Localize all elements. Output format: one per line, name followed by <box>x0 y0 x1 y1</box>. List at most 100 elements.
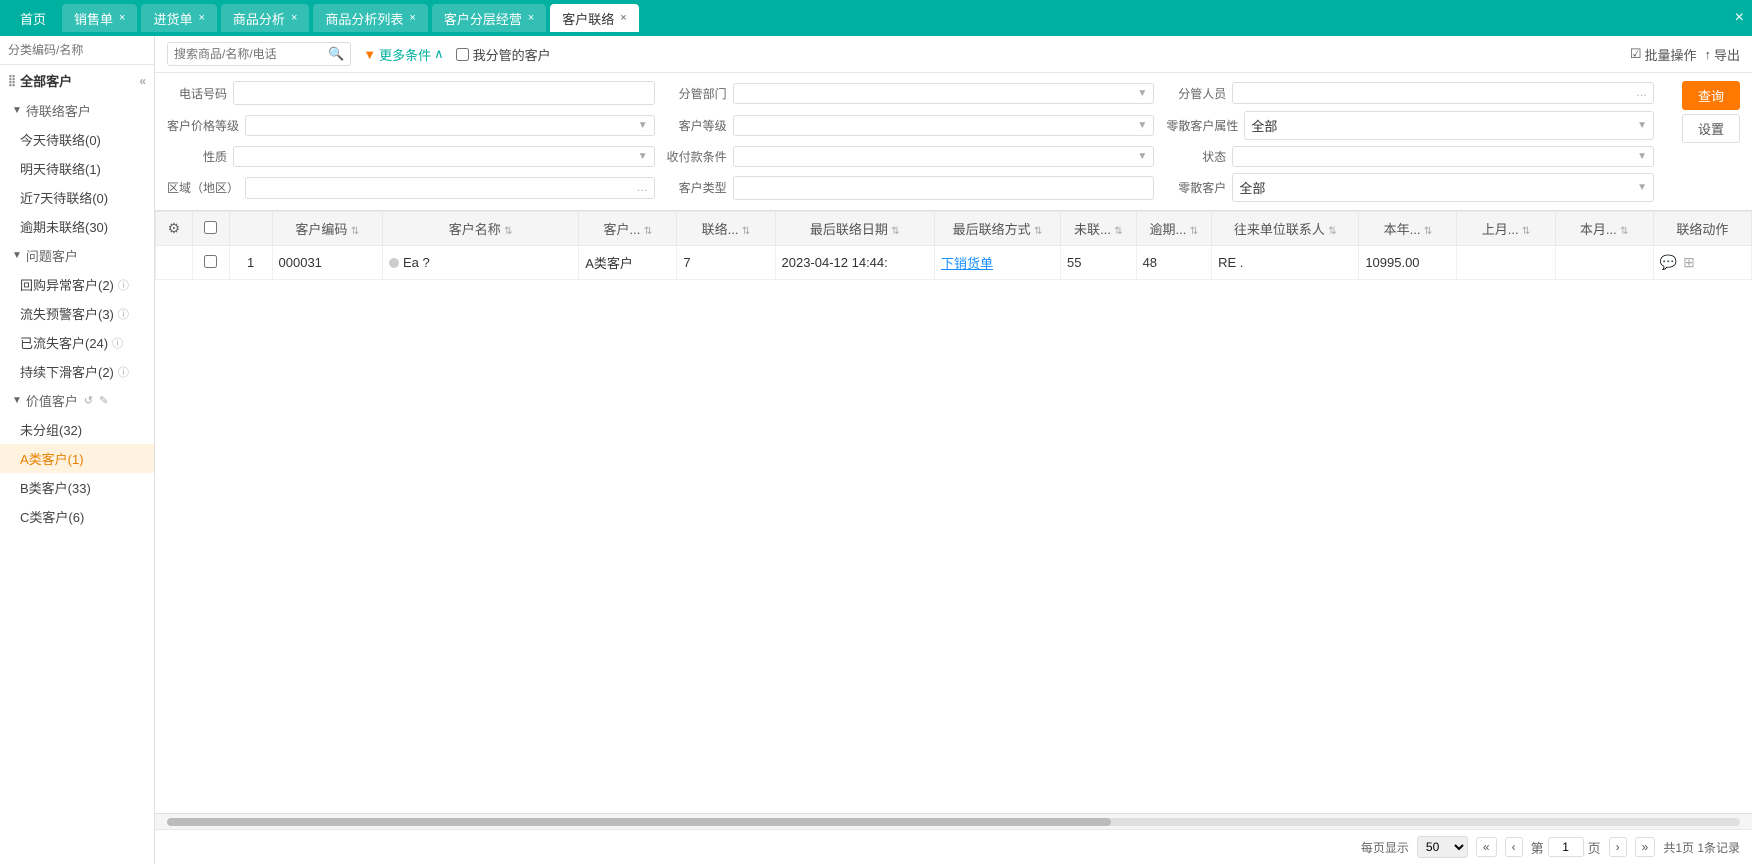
row-method[interactable]: 下销货单 <box>941 256 993 271</box>
sidebar-item-lost-risk[interactable]: 流失预警客户(3) ⓘ <box>0 299 154 328</box>
sidebar-item-declining[interactable]: 持续下滑客户(2) ⓘ <box>0 357 154 386</box>
tab-purchase[interactable]: 进货单 × <box>141 4 216 32</box>
col-action-header: 联络动作 <box>1653 212 1751 246</box>
sidebar-item-class-c[interactable]: C类客户(6) <box>0 502 154 531</box>
retail-attr-select[interactable]: 全部▼ <box>1244 111 1654 140</box>
price-level-select[interactable]: ▼ <box>245 115 655 136</box>
sidebar-item-unsorted[interactable]: 未分组(32) <box>0 415 154 444</box>
row-name-container: Ea ? <box>389 255 572 270</box>
my-customers-checkbox[interactable] <box>456 48 469 61</box>
row-checkbox[interactable] <box>204 255 217 268</box>
export-button[interactable]: ↑ 导出 <box>1704 45 1740 64</box>
sidebar-item-class-b[interactable]: B类客户(33) <box>0 473 154 502</box>
phone-input[interactable] <box>233 81 655 105</box>
close-all-button[interactable]: × <box>1735 9 1744 27</box>
setting-button[interactable]: 设置 <box>1682 114 1740 143</box>
tab-sales[interactable]: 销售单 × <box>62 4 137 32</box>
close-goods-analysis-icon[interactable]: × <box>291 12 297 24</box>
tab-goods-analysis-list[interactable]: 商品分析列表 × <box>313 4 427 32</box>
horizontal-scrollbar[interactable] <box>155 813 1752 829</box>
sidebar-search-input[interactable] <box>8 43 155 57</box>
table-header-row: ⚙ 客户编码 ⇅ 客户名称 ⇅ <box>156 212 1752 246</box>
sidebar-group-problem-customers[interactable]: ▼ 问题客户 <box>0 241 154 270</box>
col-prev-header[interactable]: 往来单位联系人 ⇅ <box>1212 212 1359 246</box>
tab-customer-contact[interactable]: 客户联络 × <box>550 4 638 32</box>
value-customers-refresh-icon[interactable]: ↺ <box>84 394 93 407</box>
next-page-button[interactable]: › <box>1609 837 1627 857</box>
col-name-header[interactable]: 客户名称 ⇅ <box>382 212 578 246</box>
person-input[interactable]: … <box>1232 82 1654 104</box>
tab-goods-analysis[interactable]: 商品分析 × <box>221 4 309 32</box>
row-name: Ea ? <box>403 255 430 270</box>
scrollbar-track <box>167 818 1740 826</box>
col-date-header[interactable]: 最后联络日期 ⇅ <box>775 212 934 246</box>
batch-ops-button[interactable]: ☑ 批量操作 <box>1630 45 1697 64</box>
query-button[interactable]: 查询 <box>1682 81 1740 110</box>
col-settings-header[interactable]: ⚙ <box>156 212 193 246</box>
filter-search-icon[interactable]: 🔍 <box>328 46 344 62</box>
page-input[interactable] <box>1548 837 1584 857</box>
qr-icon[interactable]: ⊞ <box>1683 254 1695 271</box>
pending-contact-triangle: ▼ <box>12 105 22 116</box>
value-customers-edit-icon[interactable]: ✎ <box>99 394 108 407</box>
col-lastmonth-header[interactable]: 上月... ⇅ <box>1457 212 1555 246</box>
filter-cell-dept: 分管部门 ▼ <box>667 83 1167 104</box>
filter-cell-region: 区域（地区） … <box>167 177 667 199</box>
type-input[interactable] <box>733 176 1155 200</box>
dept-select[interactable]: ▼ <box>733 83 1155 104</box>
select-all-checkbox[interactable] <box>204 221 217 234</box>
table-settings-button[interactable]: ⚙ <box>168 220 181 237</box>
sidebar-item-today[interactable]: 今天待联络(0) <box>0 125 154 154</box>
sidebar-group-pending-contact[interactable]: ▼ 待联络客户 <box>0 96 154 125</box>
filter-search-box[interactable]: 🔍 <box>167 42 351 66</box>
nature-select[interactable]: ▼ <box>233 146 655 167</box>
content-area: 🔍 ▼ 更多条件 ∧ 我分管的客户 ☑ 批量操作 ↑ 导出 <box>155 36 1752 864</box>
col-overdue-sort-icon: ⇅ <box>1190 226 1198 237</box>
all-customers-header[interactable]: ⣿ 全部客户 « <box>0 65 154 96</box>
status-select[interactable]: ▼ <box>1232 146 1654 167</box>
sidebar-item-tomorrow[interactable]: 明天待联络(1) <box>0 154 154 183</box>
prev-page-button[interactable]: ‹ <box>1505 837 1523 857</box>
col-contact-header[interactable]: 联络... ⇅ <box>677 212 775 246</box>
sidebar-item-lost[interactable]: 已流失客户(24) ⓘ <box>0 328 154 357</box>
filter-cell-person: 分管人员 … <box>1166 82 1666 104</box>
retail-select[interactable]: 全部▼ <box>1232 173 1654 202</box>
customer-segment-tab-label: 客户分层经营 <box>444 9 522 28</box>
chat-icon[interactable]: 💬 <box>1660 254 1677 271</box>
dept-label: 分管部门 <box>667 85 727 102</box>
first-page-button[interactable]: « <box>1476 837 1497 857</box>
sidebar-item-repeat-abnormal[interactable]: 回购异常客户(2) ⓘ <box>0 270 154 299</box>
region-input[interactable]: … <box>245 177 655 199</box>
col-thismonth-sort-icon: ⇅ <box>1620 226 1628 237</box>
col-thismonth-header[interactable]: 本月... ⇅ <box>1555 212 1653 246</box>
sidebar-item-class-a[interactable]: A类客户(1) <box>0 444 154 473</box>
col-year-header[interactable]: 本年... ⇅ <box>1359 212 1457 246</box>
customer-level-select[interactable]: ▼ <box>733 115 1155 136</box>
col-overdue-header[interactable]: 逾期... ⇅ <box>1136 212 1212 246</box>
scrollbar-thumb[interactable] <box>167 818 1111 826</box>
value-customers-label: 价值客户 <box>26 391 78 410</box>
last-page-button[interactable]: » <box>1635 837 1656 857</box>
payment-select[interactable]: ▼ <box>733 146 1155 167</box>
col-code-header[interactable]: 客户编码 ⇅ <box>272 212 382 246</box>
col-method-header[interactable]: 最后联络方式 ⇅ <box>934 212 1060 246</box>
sidebar-collapse-icon[interactable]: « <box>139 74 146 88</box>
sidebar-group-value-customers[interactable]: ▼ 价值客户 ↺ ✎ <box>0 386 154 415</box>
filter-more-button[interactable]: ▼ 更多条件 ∧ <box>363 45 443 64</box>
col-unlevel-header[interactable]: 未联... ⇅ <box>1061 212 1137 246</box>
more-filters-label: 更多条件 <box>379 45 431 64</box>
export-label: 导出 <box>1714 45 1740 64</box>
page-size-select[interactable]: 20 50 100 200 <box>1417 836 1468 858</box>
col-level-header[interactable]: 客户... ⇅ <box>579 212 677 246</box>
close-goods-analysis-list-icon[interactable]: × <box>409 12 415 24</box>
retail-label: 零散客户 <box>1166 179 1226 196</box>
close-purchase-icon[interactable]: × <box>198 12 204 24</box>
close-customer-segment-icon[interactable]: × <box>528 12 534 24</box>
sidebar-item-7days[interactable]: 近7天待联络(0) <box>0 183 154 212</box>
close-customer-contact-icon[interactable]: × <box>620 12 626 24</box>
tab-home[interactable]: 首页 <box>8 4 58 32</box>
tab-customer-segment[interactable]: 客户分层经营 × <box>432 4 546 32</box>
close-sales-icon[interactable]: × <box>119 12 125 24</box>
sidebar-item-overdue[interactable]: 逾期未联络(30) <box>0 212 154 241</box>
filter-search-input[interactable] <box>174 47 324 61</box>
